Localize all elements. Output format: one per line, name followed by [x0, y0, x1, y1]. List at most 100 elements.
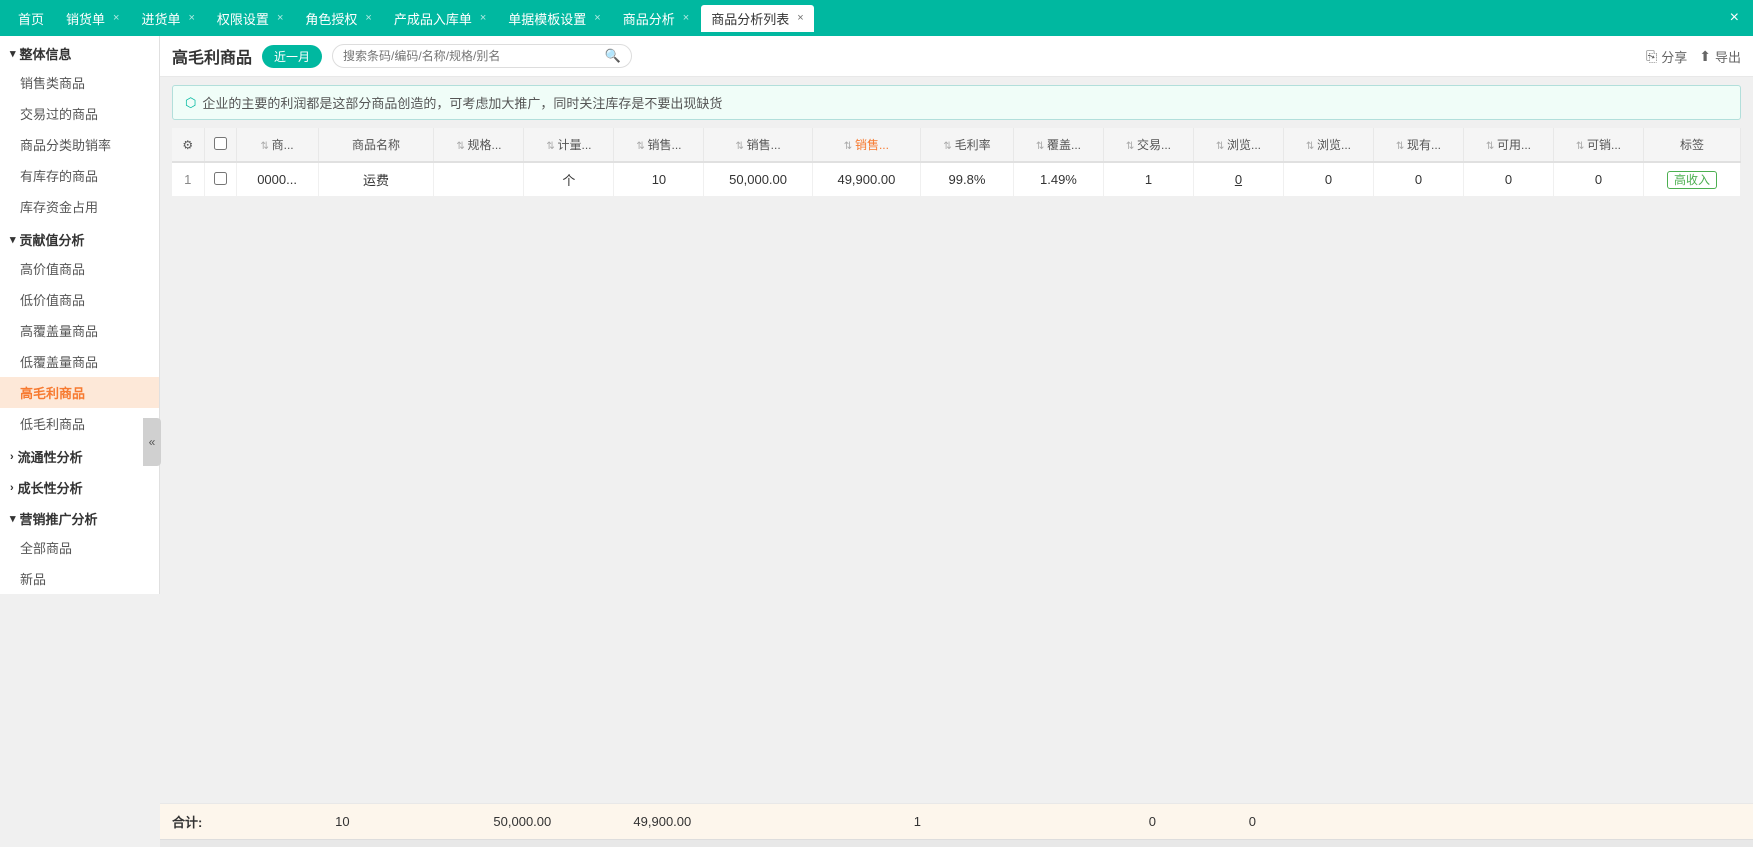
- col-tag-header[interactable]: 标签: [1643, 128, 1740, 162]
- sidebar-item-traded-goods[interactable]: 交易过的商品: [0, 98, 159, 129]
- sidebar-item-high-value-goods[interactable]: 高价值商品: [0, 253, 159, 284]
- sidebar-item-low-coverage-goods[interactable]: 低覆盖量商品: [0, 346, 159, 377]
- arrow-liquidity-icon: ›: [10, 451, 14, 463]
- tab-template-settings[interactable]: 单据模板设置 ×: [498, 5, 610, 32]
- tab-product-warehousing[interactable]: 产成品入库单 ×: [384, 5, 496, 32]
- col-browse2-header[interactable]: 浏览...: [1283, 128, 1373, 162]
- main-layout: ▾ 整体信息 销售类商品 交易过的商品 商品分类助销率 有库存的商品 库存资金占…: [0, 36, 1753, 847]
- search-box[interactable]: 🔍: [332, 44, 632, 68]
- tab-permission-settings[interactable]: 权限设置 ×: [207, 5, 293, 32]
- close-role-icon[interactable]: ×: [365, 12, 371, 24]
- close-purchase-order-icon[interactable]: ×: [188, 12, 194, 24]
- cell-current-stock: 0: [1373, 162, 1463, 197]
- sidebar-section-marketing[interactable]: ▾ 营销推广分析: [0, 501, 159, 532]
- search-icon[interactable]: 🔍: [605, 48, 621, 64]
- table-container: ⚙ 商... 商品名称 规格... 计量... 销售... 销售... 销售..…: [160, 128, 1753, 803]
- page-title: 高毛利商品: [172, 44, 252, 68]
- select-all-checkbox[interactable]: [214, 137, 227, 150]
- tip-bar: ⬡ 企业的主要的利润都是这部分商品创造的，可考虑加大推广，同时关注库存是不要出现…: [172, 85, 1741, 120]
- col-sales-qty-header[interactable]: 销售...: [614, 128, 704, 162]
- tab-template-label: 单据模板设置: [508, 9, 586, 28]
- share-button[interactable]: ⎘ 分享: [1646, 47, 1687, 66]
- sidebar-section-growth-label: 成长性分析: [18, 478, 83, 497]
- sidebar-section-overall[interactable]: ▾ 整体信息: [0, 36, 159, 67]
- tab-permission-label: 权限设置: [217, 9, 269, 28]
- tab-home[interactable]: 首页: [8, 5, 54, 32]
- col-gross-margin-header[interactable]: 毛利率: [921, 128, 1014, 162]
- col-code-header[interactable]: 商...: [236, 128, 318, 162]
- col-coverage-header[interactable]: 覆盖...: [1013, 128, 1103, 162]
- browse1-link[interactable]: 0: [1235, 172, 1242, 187]
- close-sales-order-icon[interactable]: ×: [113, 12, 119, 24]
- sidebar-item-new-products[interactable]: 新品: [0, 563, 159, 594]
- close-product-analysis-list-icon[interactable]: ×: [797, 12, 803, 24]
- sidebar-item-low-value-goods[interactable]: 低价值商品: [0, 284, 159, 315]
- col-name-header[interactable]: 商品名称: [318, 128, 434, 162]
- content-header: 高毛利商品 近一月 🔍 ⎘ 分享 ⬆ 导出: [160, 36, 1753, 77]
- bottom-scrollbar[interactable]: [160, 839, 1753, 847]
- sidebar-section-contribution[interactable]: ▾ 贡献值分析: [0, 222, 159, 253]
- export-icon: ⬆: [1699, 48, 1711, 65]
- cell-checkbox[interactable]: [204, 162, 236, 197]
- tab-purchase-label: 进货单: [141, 9, 180, 28]
- arrow-marketing-icon: ▾: [10, 512, 16, 525]
- close-product-analysis-icon[interactable]: ×: [683, 12, 689, 24]
- cell-code: 0000...: [236, 162, 318, 197]
- footer-sales-amount: 50,000.00: [462, 814, 582, 829]
- col-saleable-header[interactable]: 可销...: [1553, 128, 1643, 162]
- tab-home-label: 首页: [18, 9, 44, 28]
- row-checkbox[interactable]: [214, 172, 227, 185]
- sidebar-item-category-sales-rate[interactable]: 商品分类助销率: [0, 129, 159, 160]
- sidebar-collapse-button[interactable]: «: [143, 418, 161, 466]
- col-settings-header[interactable]: ⚙: [172, 128, 204, 162]
- cell-browse1[interactable]: 0: [1193, 162, 1283, 197]
- col-sales-amount-header[interactable]: 销售...: [704, 128, 812, 162]
- sidebar-item-inventory-capital[interactable]: 库存资金占用: [0, 191, 159, 222]
- col-sales-net-header[interactable]: 销售...: [812, 128, 920, 162]
- share-label: 分享: [1661, 47, 1687, 66]
- date-filter-button[interactable]: 近一月: [262, 45, 322, 68]
- cell-unit: 个: [524, 162, 614, 197]
- sidebar-item-high-coverage-goods[interactable]: 高覆盖量商品: [0, 315, 159, 346]
- sidebar-section-growth[interactable]: › 成长性分析: [0, 470, 159, 501]
- sidebar-item-all-goods[interactable]: 全部商品: [0, 532, 159, 563]
- col-checkbox-header[interactable]: [204, 128, 236, 162]
- col-browse1-header[interactable]: 浏览...: [1193, 128, 1283, 162]
- tab-purchase-order[interactable]: 进货单 ×: [131, 5, 204, 32]
- search-input[interactable]: [343, 49, 599, 63]
- col-unit-header[interactable]: 计量...: [524, 128, 614, 162]
- cell-available: 0: [1463, 162, 1553, 197]
- sidebar-section-liquidity-label: 流通性分析: [18, 447, 83, 466]
- sidebar-item-low-margin-goods[interactable]: 低毛利商品: [0, 408, 159, 439]
- cell-sales-amount: 50,000.00: [704, 162, 812, 197]
- sidebar-section-liquidity[interactable]: › 流通性分析: [0, 439, 159, 470]
- content-area: 高毛利商品 近一月 🔍 ⎘ 分享 ⬆ 导出 ⬡ 企业的主要的利润都是这部分商品创…: [160, 36, 1753, 847]
- col-spec-header[interactable]: 规格...: [434, 128, 524, 162]
- sidebar-item-high-margin-goods[interactable]: 高毛利商品: [0, 377, 159, 408]
- close-warehousing-icon[interactable]: ×: [480, 12, 486, 24]
- cell-sales-qty: 10: [614, 162, 704, 197]
- tab-product-analysis[interactable]: 商品分析 ×: [613, 5, 699, 32]
- tab-product-analysis-list[interactable]: 商品分析列表 ×: [701, 5, 813, 32]
- sidebar-item-sales-goods[interactable]: 销售类商品: [0, 67, 159, 98]
- tip-text: 企业的主要的利润都是这部分商品创造的，可考虑加大推广，同时关注库存是不要出现缺货: [202, 93, 722, 112]
- arrow-growth-icon: ›: [10, 482, 14, 494]
- cell-name: 运费: [318, 162, 434, 197]
- close-template-icon[interactable]: ×: [594, 12, 600, 24]
- sidebar-item-in-stock-goods[interactable]: 有库存的商品: [0, 160, 159, 191]
- top-navigation: 首页 销货单 × 进货单 × 权限设置 × 角色授权 × 产成品入库单 × 单据…: [0, 0, 1753, 36]
- col-transaction-header[interactable]: 交易...: [1103, 128, 1193, 162]
- export-button[interactable]: ⬆ 导出: [1699, 47, 1741, 66]
- cell-tag: 高收入: [1643, 162, 1740, 197]
- close-permission-icon[interactable]: ×: [277, 12, 283, 24]
- footer-transaction: 1: [742, 814, 1092, 829]
- tab-role-auth[interactable]: 角色授权 ×: [295, 5, 381, 32]
- col-current-stock-header[interactable]: 现有...: [1373, 128, 1463, 162]
- sidebar-section-marketing-label: 营销推广分析: [20, 509, 98, 528]
- col-available-header[interactable]: 可用...: [1463, 128, 1553, 162]
- tab-sales-order[interactable]: 销货单 ×: [56, 5, 129, 32]
- footer-available: 0: [1112, 814, 1192, 829]
- footer-total-bar: 合计: 10 50,000.00 49,900.00 1 0 0: [160, 803, 1753, 839]
- close-all-tabs-button[interactable]: ×: [1724, 7, 1745, 29]
- sidebar-section-contribution-label: 贡献值分析: [20, 230, 85, 249]
